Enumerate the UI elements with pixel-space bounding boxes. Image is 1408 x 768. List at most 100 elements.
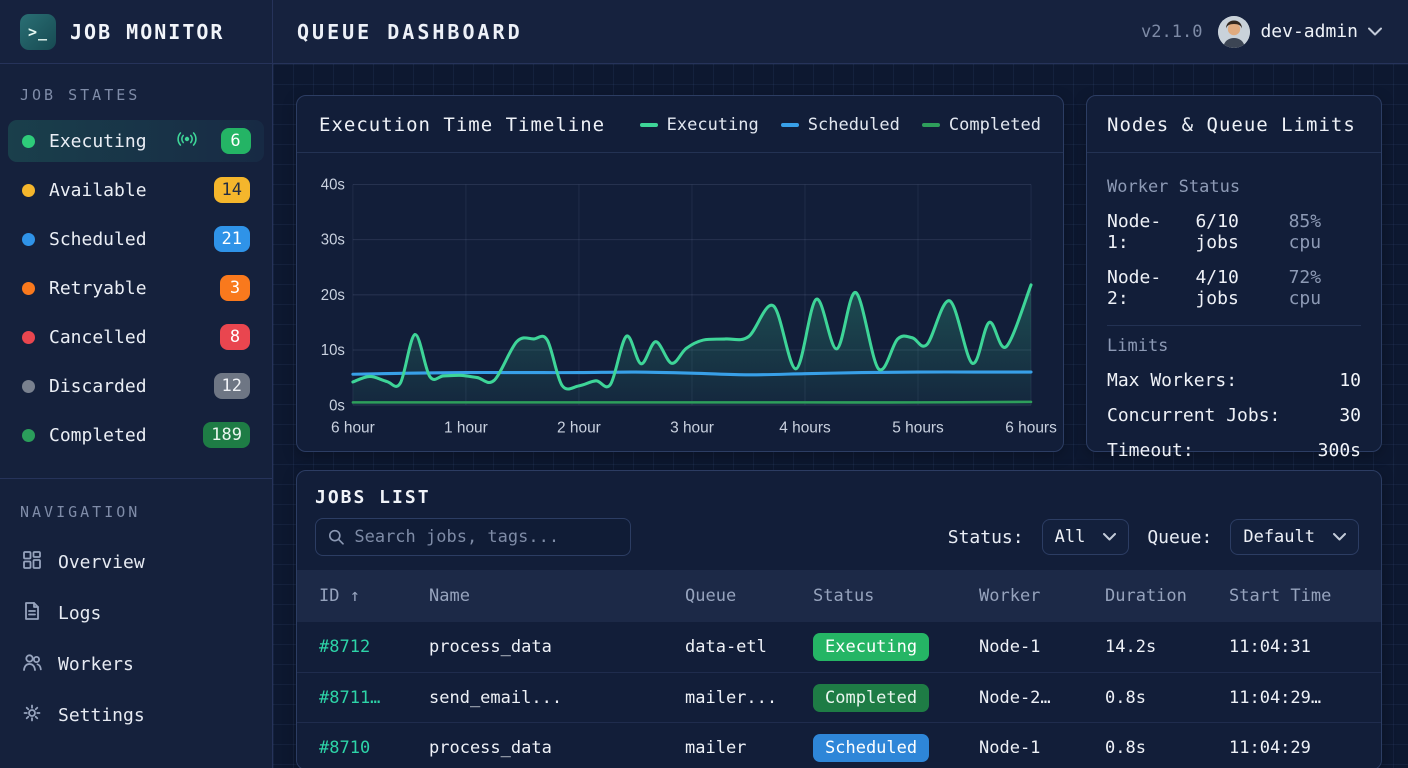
x-tick-label: 6 hours — [1005, 420, 1057, 437]
column-header-duration[interactable]: Duration — [1105, 586, 1229, 606]
x-tick-label: 5 hours — [892, 420, 944, 437]
sidebar-state-available[interactable]: Available 14 — [8, 169, 264, 211]
status-filter-select[interactable]: All — [1041, 519, 1130, 555]
column-header-name[interactable]: Name — [429, 586, 685, 606]
avatar-image — [1218, 15, 1251, 48]
legend-completed[interactable]: Completed — [921, 115, 1041, 135]
column-header-worker[interactable]: Worker — [979, 586, 1105, 606]
state-count-badge: 3 — [220, 275, 250, 301]
state-count-badge: 189 — [203, 422, 250, 448]
state-label: Completed — [49, 424, 147, 446]
divider — [1107, 325, 1361, 326]
sidebar-state-scheduled[interactable]: Scheduled 21 — [8, 218, 264, 260]
queue-filter-select[interactable]: Default — [1230, 519, 1359, 555]
legend-executing[interactable]: Executing — [639, 115, 759, 135]
version-label: v2.1.0 — [1141, 21, 1203, 42]
queue-filter-label: Queue: — [1147, 526, 1213, 548]
timeline-chart: 0s 10s 20s 30s 40s 6 hour 1 hour 2 hour 3 hour 4 … — [321, 176, 1057, 437]
state-dot — [22, 134, 35, 148]
nav-label: Settings — [58, 705, 145, 726]
job-queue: data-etl — [685, 637, 767, 657]
x-tick-label: 4 hours — [779, 420, 831, 437]
sidebar-nav-workers[interactable]: Workers — [0, 639, 272, 690]
state-label: Scheduled — [49, 228, 147, 250]
job-name: process_data — [429, 737, 552, 758]
jobs-table-header: ID ↑ Name Queue Status Worker Duration Start T… — [297, 570, 1381, 622]
sidebar-nav-logs[interactable]: Logs — [0, 588, 272, 639]
completed-line — [351, 400, 1033, 404]
state-label: Available — [49, 179, 147, 201]
grid-icon — [22, 550, 42, 575]
y-tick-label: 10s — [321, 342, 346, 359]
sidebar-state-executing[interactable]: Executing 6 — [8, 120, 264, 162]
sidebar-nav-settings[interactable]: Settings — [0, 690, 272, 741]
job-worker: Node-1 — [979, 737, 1041, 758]
limit-row: Timeout: 300s — [1107, 440, 1361, 461]
main-content: Execution Time Timeline Executing Schedul… — [273, 64, 1408, 768]
y-tick-label: 0s — [329, 397, 345, 414]
job-id-link[interactable]: #8710 — [319, 738, 429, 758]
sidebar-state-retryable[interactable]: Retryable 3 — [8, 267, 264, 309]
table-row[interactable]: #8710 process_data mailer Scheduled Node-1 0.… — [297, 722, 1381, 768]
jobs-search[interactable] — [315, 518, 631, 556]
queue-filter-value: Default — [1243, 527, 1315, 547]
users-icon — [22, 652, 42, 677]
node-name: Node-1: — [1107, 211, 1162, 253]
job-queue: mailer — [685, 737, 747, 758]
top-bar: >_ JOB MONITOR QUEUE DASHBOARD v2.1.0 de… — [0, 0, 1408, 64]
x-tick-label: 2 hour — [557, 420, 601, 437]
job-duration: 0.8s — [1105, 737, 1146, 758]
chevron-down-icon — [1103, 533, 1117, 541]
nodes-card-title: Nodes & Queue Limits — [1107, 114, 1356, 136]
sidebar-state-discarded[interactable]: Discarded 12 — [8, 365, 264, 407]
job-queue: mailer... — [685, 687, 778, 708]
limit-label: Max Workers: — [1107, 370, 1238, 391]
user-menu[interactable]: dev-admin — [1218, 15, 1382, 48]
y-tick-label: 30s — [321, 232, 346, 249]
column-header-status[interactable]: Status — [813, 586, 979, 606]
job-id-link[interactable]: #8711… — [319, 688, 429, 708]
legend-scheduled[interactable]: Scheduled — [780, 115, 900, 135]
chart-body: 0s 10s 20s 30s 40s 6 hour 1 hour 2 hour 3 hour 4 … — [297, 153, 1063, 451]
page-title: QUEUE DASHBOARD — [297, 19, 523, 44]
table-row[interactable]: #8712 process_data data-etl Executing Node-1… — [297, 622, 1381, 672]
job-start: 11:04:31 — [1229, 637, 1311, 657]
column-header-id[interactable]: ID ↑ — [319, 586, 429, 606]
job-id-link[interactable]: #8712 — [319, 637, 429, 657]
navigation-section-title: NAVIGATION — [20, 503, 141, 521]
limit-row: Concurrent Jobs: 30 — [1107, 405, 1361, 426]
live-signal-icon — [175, 131, 199, 152]
limit-value: 300s — [1317, 440, 1361, 461]
legend-label: Executing — [666, 115, 759, 135]
state-count-badge: 8 — [220, 324, 250, 350]
node-status-row: Node-1: 6/10 jobs 85% cpu — [1107, 211, 1361, 253]
status-filter-value: All — [1054, 527, 1086, 547]
job-name: send_email... — [429, 687, 563, 708]
y-tick-label: 40s — [321, 176, 346, 193]
user-avatar[interactable] — [1218, 15, 1251, 48]
search-icon — [328, 529, 344, 545]
status-badge: Executing — [813, 633, 930, 661]
state-count-badge: 21 — [213, 226, 250, 252]
terminal-icon: >_ — [20, 13, 56, 50]
column-header-queue[interactable]: Queue — [685, 586, 813, 606]
job-name: process_data — [429, 637, 552, 657]
state-dot — [22, 183, 35, 197]
sidebar-nav-overview[interactable]: Overview — [0, 537, 272, 588]
legend-label: Completed — [948, 115, 1041, 135]
state-dot — [22, 232, 35, 246]
column-header-start-time[interactable]: Start Time — [1229, 586, 1381, 606]
node-jobs: 6/10 jobs — [1195, 211, 1239, 253]
job-worker: Node-1 — [979, 637, 1041, 657]
chart-legend: Executing Scheduled Completed — [639, 115, 1041, 135]
state-count-badge: 14 — [213, 177, 250, 203]
sidebar-state-cancelled[interactable]: Cancelled 8 — [8, 316, 264, 358]
node-cpu: 72% cpu — [1288, 267, 1322, 309]
search-input[interactable] — [354, 527, 618, 547]
document-icon — [22, 601, 42, 626]
legend-swatch — [639, 123, 658, 127]
nav-label: Logs — [58, 603, 102, 624]
sidebar-state-completed[interactable]: Completed 189 — [8, 414, 264, 456]
x-tick-label: 1 hour — [444, 420, 488, 437]
table-row[interactable]: #8711… send_email... mailer... Completed Nod… — [297, 672, 1381, 722]
